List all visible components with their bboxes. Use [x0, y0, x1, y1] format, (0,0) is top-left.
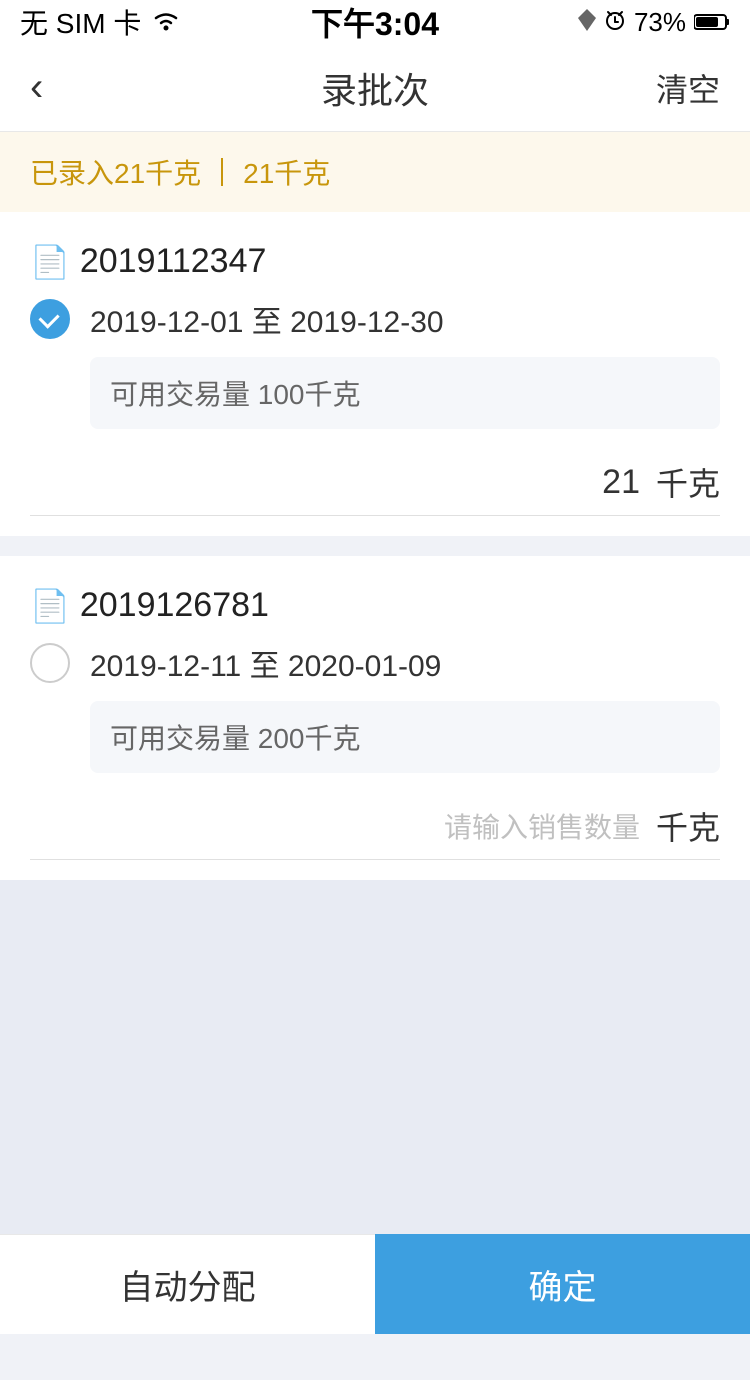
batch-card-1: 📄 2019112347 2019-12-01 至 2019-12-30 可用交… [0, 212, 750, 536]
nav-bar: ‹ 录批次 清空 [0, 44, 750, 132]
status-time: 下午3:04 [311, 0, 439, 45]
batch-date-text-1: 2019-12-01 至 2019-12-30 [90, 297, 444, 341]
carrier-text: 无 SIM 卡 [20, 2, 141, 42]
input-row-1: 千克 [30, 439, 720, 516]
available-qty-2: 可用交易量 200千克 [90, 701, 720, 773]
summary-total: 21千克 [243, 152, 330, 192]
status-left: 无 SIM 卡 [20, 2, 181, 42]
back-button[interactable]: ‹ [30, 65, 43, 110]
battery-icon [694, 7, 730, 38]
input-row-2: 千克 [30, 783, 720, 860]
batch-id-icon-2: 📄 [30, 587, 70, 625]
wifi-icon [151, 6, 181, 38]
summary-entered: 已录入21千克 [30, 152, 201, 192]
batch-id-icon-1: 📄 [30, 243, 70, 281]
available-qty-1: 可用交易量 100千克 [90, 357, 720, 429]
battery-percent: 73% [634, 7, 686, 38]
batch-date-text-2: 2019-12-11 至 2020-01-09 [90, 641, 441, 685]
auto-distribute-button[interactable]: 自动分配 [0, 1234, 375, 1334]
confirm-button[interactable]: 确定 [375, 1234, 750, 1334]
summary-banner: 已录入21千克 21千克 [0, 132, 750, 212]
batch-date-row-2[interactable]: 2019-12-11 至 2020-01-09 [30, 641, 720, 685]
summary-divider [221, 158, 223, 186]
batch-id-text-1: 2019112347 [80, 242, 267, 281]
batch-date-row-1[interactable]: 2019-12-01 至 2019-12-30 [30, 297, 720, 341]
unit-text-1: 千克 [656, 459, 720, 505]
batch-id-row-2: 📄 2019126781 [30, 586, 720, 625]
radio-1[interactable] [30, 299, 70, 339]
unit-text-2: 千克 [656, 803, 720, 849]
status-bar: 无 SIM 卡 下午3:04 [0, 0, 750, 44]
page-title: 录批次 [321, 62, 429, 114]
location-icon [578, 7, 596, 38]
alarm-icon [604, 7, 626, 38]
radio-2[interactable] [30, 643, 70, 683]
qty-input-2[interactable] [30, 807, 640, 846]
batch-card-2: 📄 2019126781 2019-12-11 至 2020-01-09 可用交… [0, 556, 750, 880]
clear-button[interactable]: 清空 [656, 65, 720, 111]
status-right: 73% [578, 7, 730, 38]
batch-id-row-1: 📄 2019112347 [30, 242, 720, 281]
card-divider [0, 536, 750, 556]
bottom-bar: 自动分配 确定 [0, 1234, 750, 1334]
empty-area [0, 880, 750, 1280]
batch-id-text-2: 2019126781 [80, 586, 269, 625]
qty-input-1[interactable] [30, 463, 640, 502]
